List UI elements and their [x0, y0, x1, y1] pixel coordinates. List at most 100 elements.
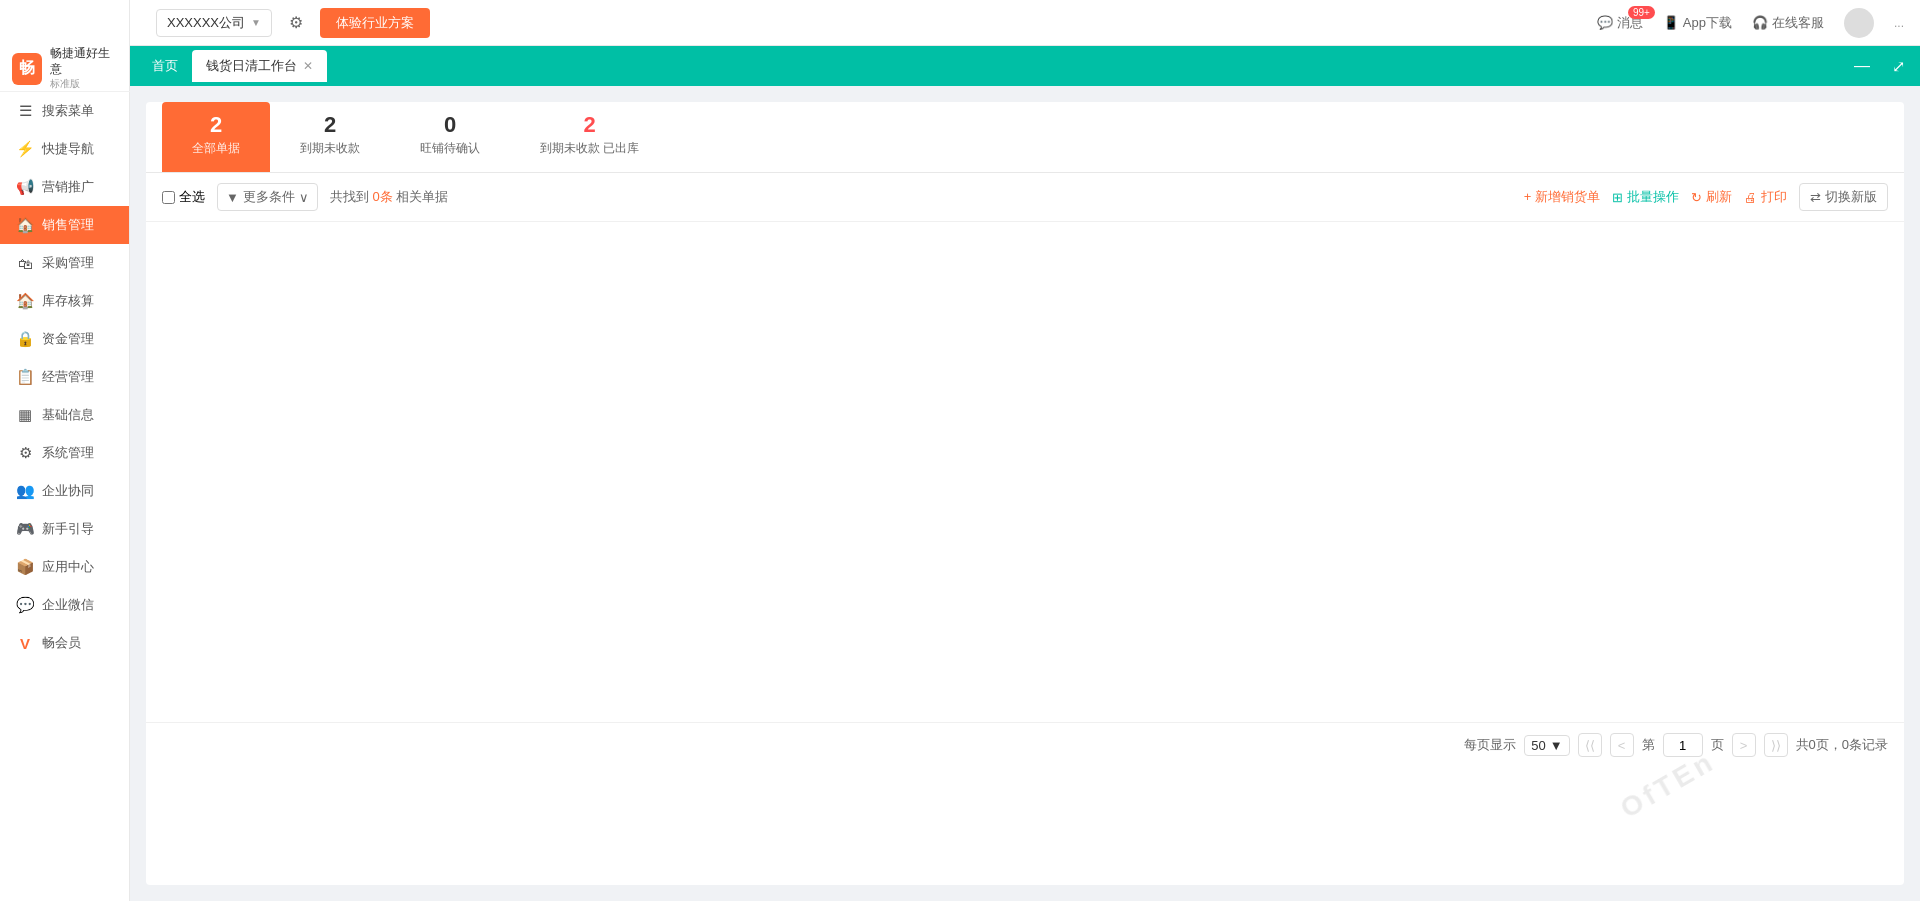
- sidebar-item-quick-nav[interactable]: ⚡ 快捷导航: [0, 130, 129, 168]
- company-dropdown-arrow: ▼: [251, 17, 261, 28]
- search-menu-icon: ☰: [16, 102, 34, 120]
- sidebar-item-wechat[interactable]: 💬 企业微信: [0, 586, 129, 624]
- content-panel: 2 全部单据 2 到期未收款 0 旺铺待确认 2 到期未收款 已出库 全选: [146, 102, 1904, 885]
- logo-sub: 标准版: [50, 77, 118, 91]
- found-text: 共找到 0条 相关单据: [330, 188, 448, 206]
- message-badge: 99+: [1628, 6, 1655, 19]
- switch-version-button[interactable]: ⇄ 切换新版: [1799, 183, 1888, 211]
- sidebar-item-collab[interactable]: 👥 企业协同: [0, 472, 129, 510]
- basic-info-icon: ▦: [16, 406, 34, 424]
- trial-button[interactable]: 体验行业方案: [320, 8, 430, 38]
- message-action[interactable]: 💬 消息 99+: [1597, 14, 1643, 32]
- avatar[interactable]: [1844, 8, 1874, 38]
- select-all-checkbox[interactable]: 全选: [162, 188, 205, 206]
- select-all-label: 全选: [179, 188, 205, 206]
- sidebar: 畅 畅捷通好生意 标准版 ☰ 搜索菜单 ⚡ 快捷导航 📢 营销推广 🏠 销售管理…: [0, 0, 130, 901]
- found-count: 0条: [373, 189, 393, 204]
- settings-icon[interactable]: ⚙: [280, 7, 312, 39]
- logo-icon: 畅: [12, 53, 42, 85]
- stat-label-all: 全部单据: [192, 140, 240, 157]
- tab-bar: 首页 钱货日清工作台 ✕ — ⤢: [130, 46, 1920, 86]
- select-all-input[interactable]: [162, 191, 175, 204]
- refresh-button[interactable]: ↻ 刷新: [1691, 188, 1732, 206]
- sidebar-item-guide[interactable]: 🎮 新手引导: [0, 510, 129, 548]
- stat-num-outbound: 2: [584, 114, 596, 136]
- batch-icon: ⊞: [1612, 190, 1623, 205]
- stat-tab-all[interactable]: 2 全部单据: [162, 102, 270, 172]
- user-name: ...: [1894, 16, 1904, 30]
- stat-tab-wangpu[interactable]: 0 旺铺待确认: [390, 102, 510, 172]
- inventory-icon: 🏠: [16, 292, 34, 310]
- add-sales-order-button[interactable]: + 新增销货单: [1524, 188, 1600, 206]
- per-page-select[interactable]: 50 ▼: [1524, 735, 1569, 756]
- sidebar-item-purchase[interactable]: 🛍 采购管理: [0, 244, 129, 282]
- prev-page-button[interactable]: <: [1610, 733, 1634, 757]
- stat-num-overdue: 2: [324, 114, 336, 136]
- sidebar-item-marketing[interactable]: 📢 营销推广: [0, 168, 129, 206]
- total-info: 共0页，0条记录: [1796, 736, 1888, 754]
- filter-arrow-icon: ∨: [299, 190, 309, 205]
- online-service-action[interactable]: 🎧 在线客服: [1752, 14, 1824, 32]
- header-right: 💬 消息 99+ 📱 App下载 🎧 在线客服 ...: [1597, 8, 1904, 38]
- print-button[interactable]: 🖨 打印: [1744, 188, 1787, 206]
- print-icon: 🖨: [1744, 190, 1757, 205]
- wechat-icon: 💬: [16, 596, 34, 614]
- top-header: 畅 畅捷通好生意 标准版 ☰ 搜索菜单 ⚡ 快捷导航 📢 营销推广 🏠 销售管理…: [0, 0, 1920, 46]
- operation-icon: 📋: [16, 368, 34, 386]
- filter-label: 更多条件: [243, 188, 295, 206]
- refresh-icon: ↻: [1691, 190, 1702, 205]
- tab-close-icon[interactable]: ✕: [303, 59, 313, 73]
- sidebar-item-member[interactable]: V 畅会员: [0, 624, 129, 662]
- app-download-icon: 📱: [1663, 15, 1679, 30]
- sidebar-item-search-menu[interactable]: ☰ 搜索菜单: [0, 92, 129, 130]
- stat-label-wangpu: 旺铺待确认: [420, 140, 480, 157]
- tab-home[interactable]: 首页: [138, 50, 192, 82]
- sidebar-item-basic-info[interactable]: ▦ 基础信息: [0, 396, 129, 434]
- sales-icon: 🏠: [16, 216, 34, 234]
- next-page-button[interactable]: >: [1732, 733, 1756, 757]
- sidebar-item-app-center[interactable]: 📦 应用中心: [0, 548, 129, 586]
- sidebar-item-sales[interactable]: 🏠 销售管理: [0, 206, 129, 244]
- first-page-button[interactable]: ⟨⟨: [1578, 733, 1602, 757]
- online-service-icon: 🎧: [1752, 15, 1768, 30]
- system-icon: ⚙: [16, 444, 34, 462]
- logo-area: 畅 畅捷通好生意 标准版: [0, 46, 130, 92]
- tab-bar-actions: — ⤢: [1848, 52, 1912, 80]
- stat-label-overdue: 到期未收款: [300, 140, 360, 157]
- page-suffix-label: 页: [1711, 736, 1724, 754]
- quick-nav-icon: ⚡: [16, 140, 34, 158]
- app-download-action[interactable]: 📱 App下载: [1663, 14, 1732, 32]
- stat-tab-overdue[interactable]: 2 到期未收款: [270, 102, 390, 172]
- more-filter-button[interactable]: ▼ 更多条件 ∨: [217, 183, 318, 211]
- stat-num-wangpu: 0: [444, 114, 456, 136]
- stat-label-outbound: 到期未收款 已出库: [540, 140, 639, 157]
- company-selector[interactable]: XXXXXX公司 ▼: [156, 9, 272, 37]
- main-content: 2 全部单据 2 到期未收款 0 旺铺待确认 2 到期未收款 已出库 全选: [130, 86, 1920, 901]
- tab-maximize-icon[interactable]: ⤢: [1884, 52, 1912, 80]
- stat-tab-outbound[interactable]: 2 到期未收款 已出库: [510, 102, 669, 172]
- filter-icon: ▼: [226, 190, 239, 205]
- page-number-input[interactable]: [1663, 733, 1703, 757]
- empty-data-area: [146, 222, 1904, 722]
- per-page-label: 每页显示: [1464, 736, 1516, 754]
- sidebar-item-inventory[interactable]: 🏠 库存核算: [0, 282, 129, 320]
- guide-icon: 🎮: [16, 520, 34, 538]
- sidebar-item-system[interactable]: ⚙ 系统管理: [0, 434, 129, 472]
- per-page-dropdown-icon: ▼: [1550, 738, 1563, 753]
- tab-work-bench[interactable]: 钱货日清工作台 ✕: [192, 50, 327, 82]
- app-download-label: App下载: [1683, 14, 1732, 32]
- sidebar-item-operation[interactable]: 📋 经营管理: [0, 358, 129, 396]
- online-service-label: 在线客服: [1772, 14, 1824, 32]
- page-first-label: 第: [1642, 736, 1655, 754]
- batch-operation-button[interactable]: ⊞ 批量操作: [1612, 188, 1679, 206]
- toolbar: 全选 ▼ 更多条件 ∨ 共找到 0条 相关单据 + 新增销货单 ⊞ 批量操作 ↻: [146, 173, 1904, 222]
- purchase-icon: 🛍: [16, 255, 34, 272]
- app-center-icon: 📦: [16, 558, 34, 576]
- stat-num-all: 2: [210, 114, 222, 136]
- tab-minimize-icon[interactable]: —: [1848, 52, 1876, 80]
- switch-icon: ⇄: [1810, 190, 1821, 205]
- sidebar-item-finance[interactable]: 🔒 资金管理: [0, 320, 129, 358]
- finance-icon: 🔒: [16, 330, 34, 348]
- last-page-button[interactable]: ⟩⟩: [1764, 733, 1788, 757]
- logo-text: 畅捷通好生意: [50, 46, 118, 77]
